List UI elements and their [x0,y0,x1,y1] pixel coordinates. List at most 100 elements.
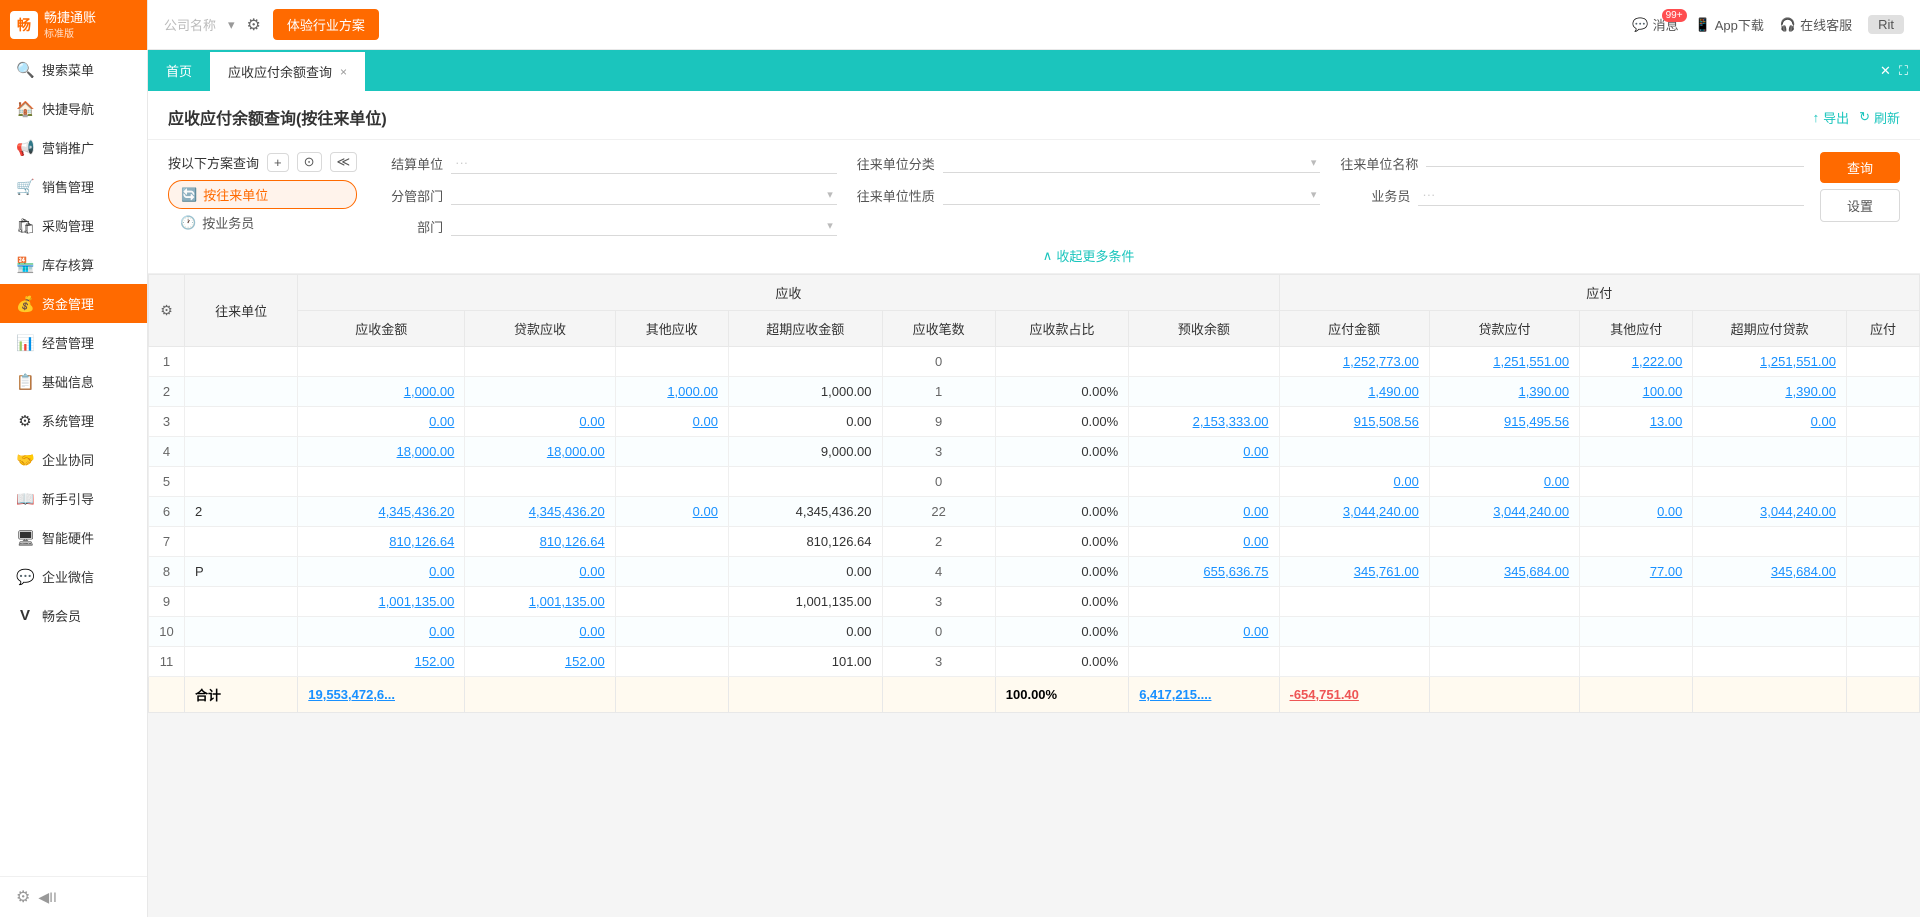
row-other-ap[interactable]: 1,222.00 [1580,347,1693,377]
notification-area[interactable]: 💬 消息 99+ [1632,15,1678,34]
tab-ar-ap[interactable]: 应收应付余额查询 × [210,50,365,91]
footer-ar-amount[interactable]: 19,553,472,6... [298,677,465,713]
row-loan-ar[interactable]: 18,000.00 [465,437,615,467]
row-ap-amount[interactable]: 345,761.00 [1279,557,1429,587]
sidebar-item-search-menu[interactable]: 🔍 搜索菜单 [0,50,147,89]
sidebar-item-vip[interactable]: V 畅会员 [0,596,147,635]
row-ar-amount[interactable]: 1,001,135.00 [298,587,465,617]
row-ar-amount[interactable]: 810,126.64 [298,527,465,557]
row-ap-amount[interactable]: 1,490.00 [1279,377,1429,407]
row-ap-amount[interactable]: 915,508.56 [1279,407,1429,437]
more-icon[interactable]: ≪ [330,152,358,172]
row-overdue-ap[interactable]: 1,390.00 [1693,377,1847,407]
row-prepaid[interactable]: 0.00 [1129,437,1279,467]
row-ar-amount[interactable]: 0.00 [298,557,465,587]
row-loan-ar[interactable]: 1,001,135.00 [465,587,615,617]
row-other-ar[interactable]: 1,000.00 [615,377,728,407]
partner-nature-select[interactable]: ▾ [943,185,1321,205]
row-overdue-ap[interactable]: 0.00 [1693,407,1847,437]
row-prepaid[interactable]: 655,636.75 [1129,557,1279,587]
expand-window-icon[interactable]: ⛶ [1899,63,1908,79]
row-ar-amount[interactable]: 4,345,436.20 [298,497,465,527]
export-btn[interactable]: ↑ 导出 [1813,108,1850,127]
row-ap-amount[interactable]: 1,252,773.00 [1279,347,1429,377]
row-prepaid[interactable]: 2,153,333.00 [1129,407,1279,437]
sidebar-item-inventory[interactable]: 🏪 库存核算 [0,245,147,284]
add-scheme-icon[interactable]: + [267,153,289,172]
filter-option-by-partner[interactable]: 🔄 按往来单位 [168,180,357,209]
department-select[interactable]: ▾ [451,216,837,236]
row-prepaid[interactable]: 0.00 [1129,617,1279,647]
table-settings-icon[interactable]: ⚙ [160,302,173,318]
row-loan-ar[interactable]: 810,126.64 [465,527,615,557]
tab-close-icon[interactable]: × [340,65,347,79]
row-loan-ap[interactable]: 0.00 [1429,467,1579,497]
sidebar-item-purchase[interactable]: 🛍 采购管理 [0,206,147,245]
sidebar-item-system[interactable]: ⚙ 系统管理 [0,401,147,440]
online-service-btn[interactable]: 🎧 在线客服 [1780,15,1852,34]
row-other-ap[interactable]: 0.00 [1580,497,1693,527]
partner-name-input[interactable] [1426,160,1804,167]
row-loan-ar[interactable]: 0.00 [465,557,615,587]
partner-category-select[interactable]: ▾ [943,153,1321,173]
filter-option-by-staff[interactable]: 🕐 按业务员 [168,209,357,236]
salesperson-input[interactable]: ··· [1418,184,1804,206]
sidebar-item-hardware[interactable]: 🖥 智能硬件 [0,518,147,557]
sidebar-item-operations[interactable]: 📊 经营管理 [0,323,147,362]
settings-bottom-icon[interactable]: ⚙ [16,887,30,907]
config-icon[interactable]: ⊙ [297,152,322,172]
row-ar-amount[interactable]: 0.00 [298,407,465,437]
row-loan-ap[interactable]: 3,044,240.00 [1429,497,1579,527]
row-overdue-ap[interactable]: 3,044,240.00 [1693,497,1847,527]
sidebar-item-wechat[interactable]: 💬 企业微信 [0,557,147,596]
row-overdue-ap[interactable]: 345,684.00 [1693,557,1847,587]
row-ar-amount[interactable]: 18,000.00 [298,437,465,467]
sidebar-item-enterprise[interactable]: 🤝 企业协同 [0,440,147,479]
collapse-filter-btn[interactable]: ∧ 收起更多条件 [373,246,1804,265]
row-other-ap [1580,467,1693,497]
dept-manager-select[interactable]: ▾ [451,185,837,205]
row-other-ap[interactable]: 13.00 [1580,407,1693,437]
row-ar-amount[interactable]: 1,000.00 [298,377,465,407]
row-loan-ap[interactable]: 915,495.56 [1429,407,1579,437]
query-btn[interactable]: 查询 [1820,152,1900,183]
sidebar-item-quick-nav[interactable]: 🏠 快捷导航 [0,89,147,128]
footer-prepaid[interactable]: 6,417,215.... [1129,677,1279,713]
row-other-ap[interactable]: 77.00 [1580,557,1693,587]
row-prepaid[interactable]: 0.00 [1129,527,1279,557]
salesperson-label: 业务员 [1340,186,1410,205]
row-ar-amount[interactable]: 152.00 [298,647,465,677]
sidebar-item-marketing[interactable]: 📢 营销推广 [0,128,147,167]
sidebar-item-basic-info[interactable]: 📋 基础信息 [0,362,147,401]
sidebar-item-sales[interactable]: 🛒 销售管理 [0,167,147,206]
settlement-unit-input[interactable]: ··· [451,152,837,174]
row-loan-ar[interactable]: 0.00 [465,407,615,437]
user-area[interactable]: Rit [1868,15,1904,34]
row-ap-amount[interactable]: 3,044,240.00 [1279,497,1429,527]
row-loan-ap[interactable]: 345,684.00 [1429,557,1579,587]
topbar-chevron-icon[interactable]: ▾ [228,17,235,33]
collapse-sidebar-icon[interactable]: ◀II [38,889,57,906]
row-loan-ar[interactable]: 4,345,436.20 [465,497,615,527]
row-other-ap[interactable]: 100.00 [1580,377,1693,407]
tab-home[interactable]: 首页 [148,50,210,91]
sidebar-item-guide[interactable]: 📖 新手引导 [0,479,147,518]
close-window-icon[interactable]: ✕ [1880,63,1891,79]
app-download-btn[interactable]: 📱 App下载 [1695,15,1764,34]
row-other-ar[interactable]: 0.00 [615,407,728,437]
row-overdue-ap[interactable]: 1,251,551.00 [1693,347,1847,377]
row-loan-ar[interactable]: 152.00 [465,647,615,677]
refresh-btn[interactable]: ↻ 刷新 [1859,108,1900,127]
row-ap-amount[interactable]: 0.00 [1279,467,1429,497]
topbar-gear-icon[interactable]: ⚙ [247,15,261,35]
industry-btn[interactable]: 体验行业方案 [273,9,379,40]
sidebar-item-finance[interactable]: 💰 资金管理 [0,284,147,323]
row-ar-amount[interactable]: 0.00 [298,617,465,647]
row-loan-ap[interactable]: 1,390.00 [1429,377,1579,407]
settings-btn[interactable]: 设置 [1820,189,1900,222]
row-loan-ar[interactable]: 0.00 [465,617,615,647]
footer-ap-amount[interactable]: -654,751.40 [1279,677,1429,713]
row-loan-ap[interactable]: 1,251,551.00 [1429,347,1579,377]
row-prepaid[interactable]: 0.00 [1129,497,1279,527]
row-other-ar[interactable]: 0.00 [615,497,728,527]
